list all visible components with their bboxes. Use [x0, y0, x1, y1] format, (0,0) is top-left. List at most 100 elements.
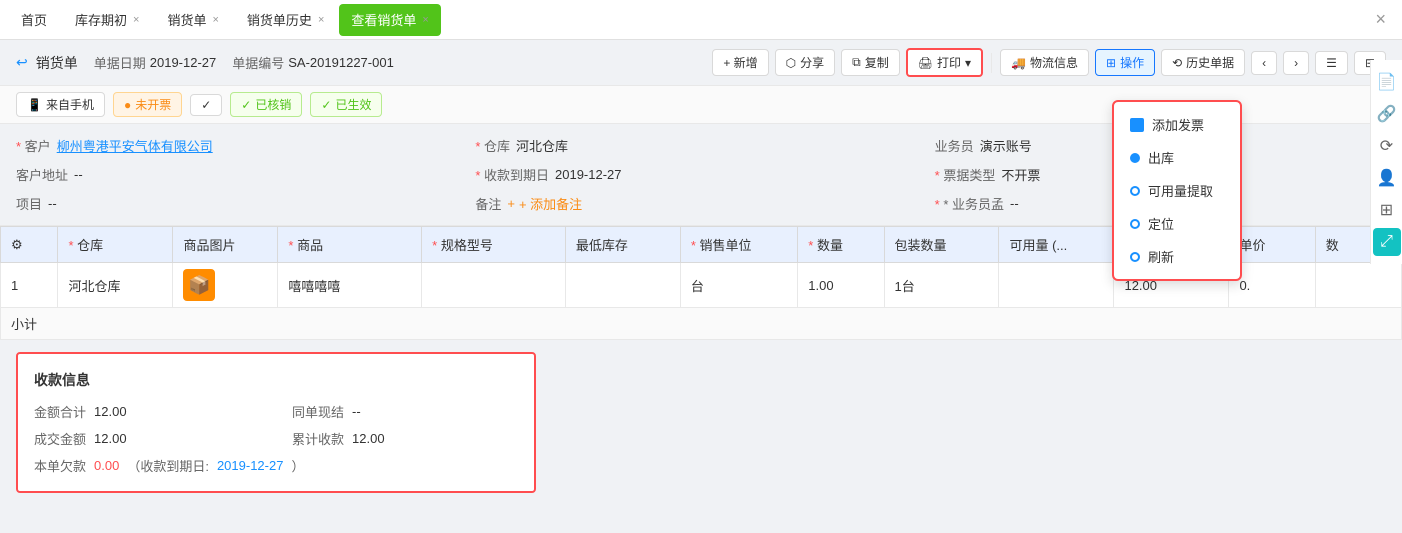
doc-number-value: SA-20191227-001 — [288, 55, 394, 70]
right-sidebar: 📄 🔗 ⟳ 👤 ⊞ ⤢ — [1370, 60, 1402, 264]
sidebar-refresh-icon[interactable]: ⟳ — [1373, 132, 1401, 160]
sidebar-grid-icon[interactable]: ⊞ — [1373, 196, 1401, 224]
payment-date-value: 2019-12-27 — [555, 167, 622, 182]
doc-date-label: 单据日期 — [94, 53, 146, 72]
dropdown-refresh[interactable]: 刷新 — [1114, 240, 1240, 273]
new-button[interactable]: + 新增 — [712, 49, 768, 76]
note-label: 备注 — [475, 194, 501, 213]
same-settle-label: 同单现结 — [292, 402, 344, 421]
doc-icon: ↩ — [16, 54, 28, 71]
tab-inventory[interactable]: 库存期初 × — [62, 4, 152, 36]
print-button-label: 打印 — [937, 54, 961, 71]
cell-no: 1 — [1, 263, 58, 308]
tab-home-label: 首页 — [21, 10, 47, 29]
verified-button[interactable]: ✓ 已核销 — [230, 92, 302, 117]
tab-inventory-label: 库存期初 — [75, 10, 127, 29]
warehouse-field: 仓库 河北仓库 — [475, 136, 926, 155]
list-view-button[interactable]: ☰ — [1315, 51, 1348, 75]
print-icon: 🖨 — [918, 56, 933, 70]
verified-label: 已核销 — [255, 96, 291, 113]
from-phone-button[interactable]: 📱 来自手机 — [16, 92, 105, 117]
summary-total-amount: 金额合计 12.00 — [34, 402, 260, 421]
summary-section: 收款信息 金额合计 12.00 同单现结 -- 成交金额 12.00 累计收款 … — [16, 352, 536, 493]
add-note-label: + 添加备注 — [519, 194, 582, 213]
share-button[interactable]: ⬡ 分享 — [775, 49, 836, 76]
tab-sales-history[interactable]: 销货单历史 × — [234, 4, 337, 36]
refresh-icon — [1130, 252, 1140, 262]
operate-button-label: 操作 — [1120, 54, 1144, 71]
not-open-ticket-button[interactable]: ● 未开票 — [113, 92, 182, 117]
sidebar-link-icon[interactable]: 🔗 — [1373, 100, 1401, 128]
cell-qty: 1.00 — [798, 263, 884, 308]
tab-sales-history-close[interactable]: × — [318, 14, 324, 26]
summary-accumulated: 累计收款 12.00 — [292, 429, 518, 448]
tab-home[interactable]: 首页 — [8, 4, 60, 36]
col-warehouse-header: * 仓库 — [58, 227, 173, 263]
tab-inventory-close[interactable]: × — [133, 14, 139, 26]
logistics-button[interactable]: 🚚 物流信息 — [1000, 49, 1089, 76]
summary-title: 收款信息 — [34, 370, 518, 390]
cell-pkg-qty: 1台 — [884, 263, 999, 308]
customer-field: 客户 柳州粤港平安气体有限公司 — [16, 136, 467, 155]
project-label: 项目 — [16, 194, 42, 213]
summary-same-settle: 同单现结 -- — [292, 402, 518, 421]
dropdown-locate[interactable]: 定位 — [1114, 207, 1240, 240]
next-button[interactable]: › — [1283, 51, 1309, 75]
tab-sales-close[interactable]: × — [212, 14, 218, 26]
history-icon: ⟲ — [1172, 56, 1182, 70]
sidebar-expand-icon[interactable]: ⤢ — [1373, 228, 1401, 256]
table-footer-row: 小计 — [1, 308, 1402, 340]
accumulated-value: 12.00 — [352, 431, 385, 446]
sidebar-user-icon[interactable]: 👤 — [1373, 164, 1401, 192]
dropdown-outbound[interactable]: 出库 — [1114, 141, 1240, 174]
sales-rep-value: -- — [1010, 196, 1019, 211]
cell-avail — [999, 263, 1114, 308]
add-note-button[interactable]: + + 添加备注 — [507, 194, 582, 213]
due-suffix: （收款到期日: — [127, 456, 209, 475]
cell-unit: 台 — [680, 263, 797, 308]
effective-button[interactable]: ✓ 已生效 — [310, 92, 382, 117]
tab-sales[interactable]: 销货单 × — [154, 4, 231, 36]
check-icon-button[interactable]: ✓ — [190, 94, 222, 116]
history-button[interactable]: ⟲ 历史单据 — [1161, 49, 1245, 76]
effective-icon: ✓ — [321, 98, 331, 112]
col-min-stock-header: 最低库存 — [565, 227, 680, 263]
due-suffix-end: ） — [291, 456, 304, 475]
col-spec-header: * 规格型号 — [422, 227, 566, 263]
doc-type: 销货单 — [36, 53, 78, 73]
dropdown-menu: 添加发票 出库 可用量提取 定位 刷新 — [1112, 100, 1242, 281]
address-value: -- — [74, 167, 83, 182]
col-product-header: * 商品 — [278, 227, 422, 263]
customer-value[interactable]: 柳州粤港平安气体有限公司 — [57, 136, 213, 155]
print-button[interactable]: 🖨 打印 ▾ — [906, 48, 983, 77]
history-button-label: 历史单据 — [1186, 54, 1234, 71]
window-close-button[interactable]: × — [1367, 9, 1394, 30]
copy-button[interactable]: ⧉ 复制 — [841, 49, 900, 76]
separator — [991, 53, 992, 73]
col-unit-header: * 销售单位 — [680, 227, 797, 263]
sales-rep-label: * 业务员孟 — [935, 194, 1004, 213]
deal-amount-value: 12.00 — [94, 431, 127, 446]
dropdown-add-invoice[interactable]: 添加发票 — [1114, 108, 1240, 141]
doc-header: ↩ 销货单 单据日期 2019-12-27 单据编号 SA-20191227-0… — [0, 40, 1402, 86]
tab-view-sales-close[interactable]: × — [422, 14, 428, 26]
dropdown-avail-extract[interactable]: 可用量提取 — [1114, 174, 1240, 207]
sidebar-doc-icon[interactable]: 📄 — [1373, 68, 1401, 96]
add-invoice-label: 添加发票 — [1152, 115, 1204, 134]
total-amount-label: 金额合计 — [34, 402, 86, 421]
doc-title-section: ↩ 销货单 — [16, 53, 78, 73]
refresh-label: 刷新 — [1148, 247, 1174, 266]
tab-view-sales[interactable]: 查看销货单 × — [339, 4, 440, 36]
cell-min-stock — [565, 263, 680, 308]
doc-number-group: 单据编号 SA-20191227-001 — [232, 53, 394, 72]
tab-view-sales-label: 查看销货单 — [351, 10, 416, 29]
locate-icon — [1130, 219, 1140, 229]
tab-bar: 首页 库存期初 × 销货单 × 销货单历史 × 查看销货单 × × — [0, 0, 1402, 40]
operate-button[interactable]: ⊞ 操作 — [1095, 49, 1155, 76]
accumulated-label: 累计收款 — [292, 429, 344, 448]
customer-label: 客户 — [16, 136, 51, 155]
prev-button[interactable]: ‹ — [1251, 51, 1277, 75]
subtotal-label: 小计 — [1, 308, 1402, 340]
col-img-header: 商品图片 — [173, 227, 278, 263]
payment-date-label: 收款到期日 — [475, 165, 549, 184]
